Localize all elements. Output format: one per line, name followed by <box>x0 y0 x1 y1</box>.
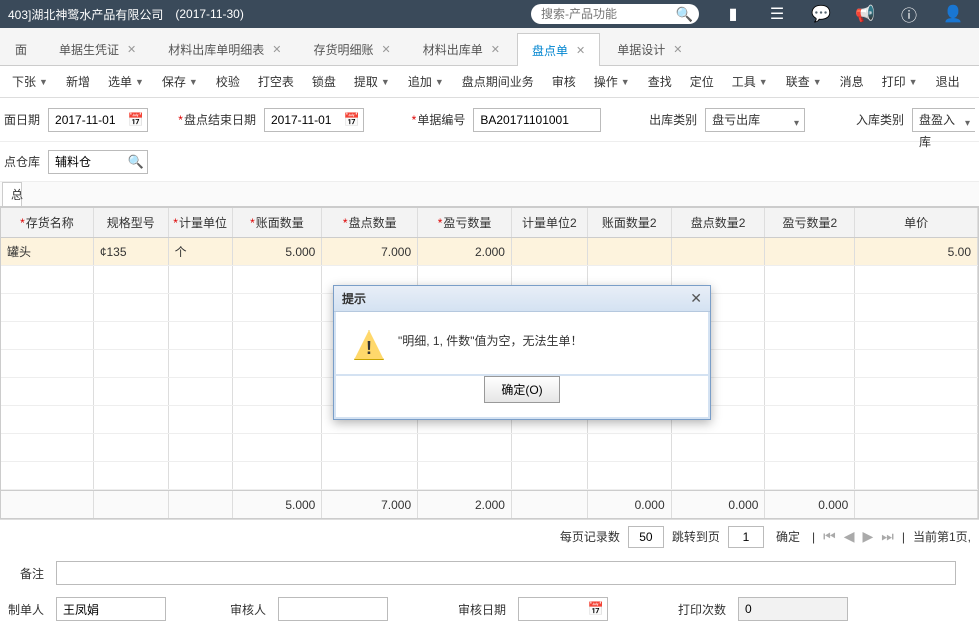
dialog-title: 提示 <box>342 290 366 307</box>
dialog-mask: 提示 ✕ ! "明细, 1, 件数"值为空，无法生单！ 确定(O) <box>0 0 979 643</box>
dialog-titlebar[interactable]: 提示 ✕ <box>334 286 710 312</box>
close-icon[interactable]: ✕ <box>690 290 702 307</box>
warning-icon: ! <box>354 330 384 360</box>
dialog-ok-button[interactable]: 确定(O) <box>484 376 559 403</box>
dialog-message: "明细, 1, 件数"值为空，无法生单！ <box>398 330 690 349</box>
alert-dialog: 提示 ✕ ! "明细, 1, 件数"值为空，无法生单！ 确定(O) <box>333 285 711 420</box>
